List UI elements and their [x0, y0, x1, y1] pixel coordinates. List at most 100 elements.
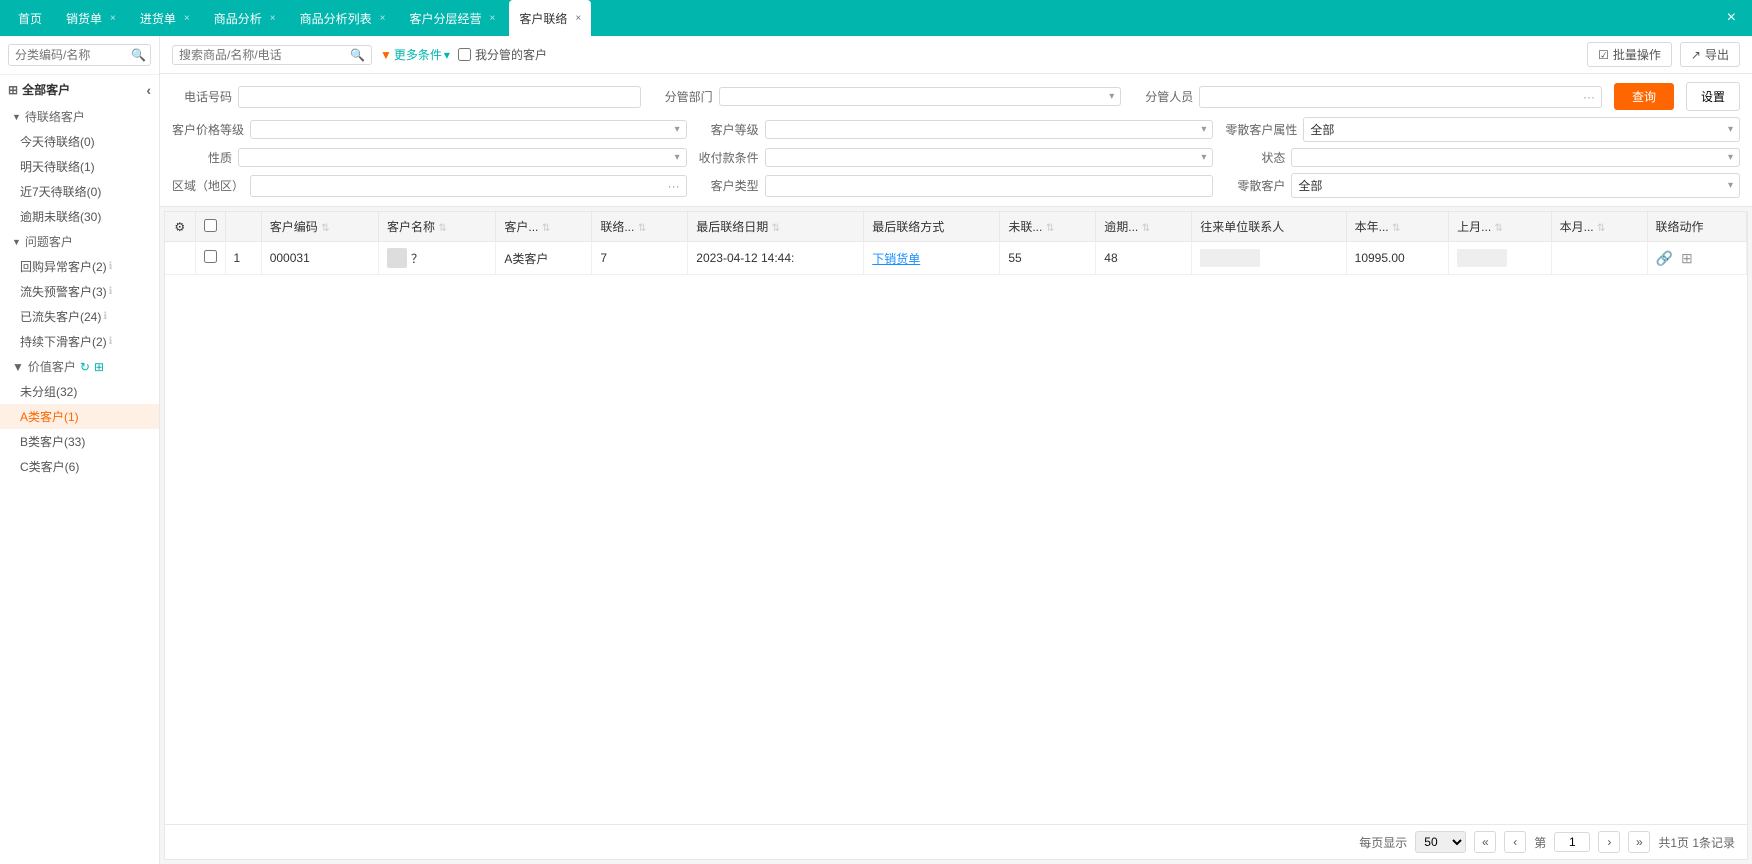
contact-person-column-header: 往来单位联系人 — [1192, 212, 1346, 242]
sidebar-item-7days[interactable]: 近7天待联络(0) — [0, 179, 159, 204]
nav-tab-product-list[interactable]: 商品分析列表 × — [290, 0, 396, 36]
collapse-button[interactable]: ‹ — [146, 82, 151, 98]
query-button[interactable]: 查询 — [1614, 83, 1674, 110]
nav-tab-sales[interactable]: 销货单 × — [56, 0, 126, 36]
sidebar-item-class-a[interactable]: A类客户(1) — [0, 404, 159, 429]
info-icon-declining[interactable]: ℹ — [109, 336, 113, 347]
row-uncontacted: 55 — [1000, 242, 1096, 275]
page-label: 第 — [1534, 834, 1546, 851]
row-this-month — [1551, 242, 1647, 275]
sidebar-item-unclassified[interactable]: 未分组(32) — [0, 379, 159, 404]
name-column-header[interactable]: 客户名称 ⇅ — [379, 212, 496, 242]
prev-page-button[interactable]: ‹ — [1504, 831, 1526, 853]
my-customers-filter[interactable]: 我分管的客户 — [458, 46, 547, 63]
export-icon: ↗ — [1691, 48, 1701, 62]
this-month-column-header[interactable]: 本月... ⇅ — [1551, 212, 1647, 242]
retail-attr-label: 零散客户属性 — [1225, 121, 1297, 138]
close-purchase-icon[interactable]: × — [184, 13, 190, 24]
sidebar-search-icon[interactable]: 🔍 — [131, 48, 146, 62]
close-list-icon[interactable]: × — [380, 13, 386, 24]
payment-select[interactable]: ▾ — [765, 148, 1214, 167]
page-input[interactable] — [1554, 832, 1590, 852]
phone-input[interactable] — [238, 86, 641, 108]
last-page-button[interactable]: » — [1628, 831, 1650, 853]
code-column-header[interactable]: 客户编码 ⇅ — [261, 212, 378, 242]
link-action-icon[interactable]: 🔗 — [1656, 250, 1673, 267]
settings-button[interactable]: 设置 — [1686, 82, 1740, 111]
customer-type-field: 客户类型 — [699, 175, 1214, 197]
sidebar-item-class-b[interactable]: B类客户(33) — [0, 429, 159, 454]
main-search-input[interactable] — [179, 48, 350, 62]
sidebar-item-churn-warning[interactable]: 流失预警客户(3) ℹ — [0, 279, 159, 304]
customer-level-field: 客户等级 ▾ — [699, 120, 1214, 139]
select-all-checkbox[interactable] — [204, 219, 217, 232]
qr-action-icon[interactable]: ⊞ — [1681, 250, 1693, 267]
sidebar-all-customers[interactable]: ⊞ 全部客户 ‹ — [0, 75, 159, 104]
overdue-column-header[interactable]: 逾期... ⇅ — [1096, 212, 1192, 242]
more-filters-button[interactable]: ▼ 更多条件 ▾ — [380, 46, 450, 63]
sidebar-item-class-c[interactable]: C类客户(6) — [0, 454, 159, 479]
customer-level-select[interactable]: ▾ — [765, 120, 1214, 139]
sidebar-item-tomorrow[interactable]: 明天待联络(1) — [0, 154, 159, 179]
status-select[interactable]: ▾ — [1291, 148, 1740, 167]
close-segment-icon[interactable]: × — [489, 13, 495, 24]
contact-count-column-header[interactable]: 联络... ⇅ — [592, 212, 688, 242]
manager-field: 分管人员 ··· — [1133, 86, 1602, 108]
phone-field: 电话号码 — [172, 86, 641, 108]
close-all-button[interactable]: × — [1719, 9, 1744, 27]
info-icon-churned[interactable]: ℹ — [103, 311, 107, 322]
nav-tab-product-analysis[interactable]: 商品分析 × — [204, 0, 286, 36]
my-customers-checkbox[interactable] — [458, 48, 471, 61]
sidebar-value-customer-header[interactable]: ▼ 价值客户 ↻ ⊞ — [0, 354, 159, 379]
sidebar-pending-contact-header[interactable]: ▼ 待联络客户 — [0, 104, 159, 129]
export-button[interactable]: ↗ 导出 — [1680, 42, 1740, 67]
close-analysis-icon[interactable]: × — [270, 13, 276, 24]
this-year-column-header[interactable]: 本年... ⇅ — [1346, 212, 1449, 242]
uncontacted-column-header[interactable]: 未联... ⇅ — [1000, 212, 1096, 242]
last-contact-date-column-header[interactable]: 最后联络日期 ⇅ — [688, 212, 864, 242]
manager-select[interactable]: ··· — [1199, 86, 1602, 108]
price-level-label: 客户价格等级 — [172, 121, 244, 138]
sidebar-item-repurchase-anomaly[interactable]: 回购异常客户(2) ℹ — [0, 254, 159, 279]
row-checkbox-cell[interactable] — [195, 242, 225, 275]
row-last-contact-date: 2023-04-12 14:44: — [688, 242, 864, 275]
add-value-group-icon[interactable]: ⊞ — [94, 360, 104, 374]
gear-column-header[interactable]: ⚙ — [165, 212, 195, 242]
sidebar-item-today[interactable]: 今天待联络(0) — [0, 129, 159, 154]
customer-type-input[interactable] — [765, 175, 1214, 197]
region-select[interactable]: ··· — [250, 175, 687, 197]
close-contact-icon[interactable]: × — [575, 13, 581, 24]
sidebar-item-overdue[interactable]: 逾期未联络(30) — [0, 204, 159, 229]
retail-attr-select[interactable]: 全部 ▾ — [1303, 117, 1740, 142]
last-month-column-header[interactable]: 上月... ⇅ — [1449, 212, 1551, 242]
checkbox-all-header[interactable] — [195, 212, 225, 242]
nature-select[interactable]: ▾ — [238, 148, 687, 167]
type-column-header[interactable]: 客户... ⇅ — [496, 212, 592, 242]
nav-tab-home[interactable]: 首页 — [8, 0, 52, 36]
filter-icon: ▼ — [380, 48, 392, 62]
sidebar-search-input[interactable] — [8, 44, 151, 66]
status-arrow-icon: ▾ — [1728, 152, 1733, 163]
row-last-contact-method[interactable]: 下销货单 — [864, 242, 1000, 275]
main-search-icon[interactable]: 🔍 — [350, 48, 365, 62]
sidebar-item-declining[interactable]: 持续下滑客户(2) ℹ — [0, 329, 159, 354]
nav-tab-purchase[interactable]: 进货单 × — [130, 0, 200, 36]
next-page-button[interactable]: › — [1598, 831, 1620, 853]
info-icon-repurchase[interactable]: ℹ — [109, 261, 113, 272]
price-level-select[interactable]: ▾ — [250, 120, 687, 139]
retail-customer-select[interactable]: 全部 ▾ — [1291, 173, 1740, 198]
nav-tab-customer-contact[interactable]: 客户联络 × — [509, 0, 591, 36]
table-row: 1 000031 ？ A类客户 7 2023-04-12 14:44: — [165, 242, 1747, 275]
row-checkbox[interactable] — [204, 250, 217, 263]
customer-type-label: 客户类型 — [699, 177, 759, 194]
batch-op-button[interactable]: ☑ 批量操作 — [1587, 42, 1672, 67]
sidebar-item-churned[interactable]: 已流失客户(24) ℹ — [0, 304, 159, 329]
per-page-select[interactable]: 50 100 200 — [1415, 831, 1466, 853]
dept-select[interactable]: ▾ — [719, 87, 1122, 106]
sidebar-problem-customer-header[interactable]: ▼ 问题客户 — [0, 229, 159, 254]
nav-tab-customer-segment[interactable]: 客户分层经营 × — [399, 0, 505, 36]
first-page-button[interactable]: « — [1474, 831, 1496, 853]
refresh-icon[interactable]: ↻ — [80, 360, 90, 374]
info-icon-churn[interactable]: ℹ — [109, 286, 113, 297]
close-sales-icon[interactable]: × — [110, 13, 116, 24]
